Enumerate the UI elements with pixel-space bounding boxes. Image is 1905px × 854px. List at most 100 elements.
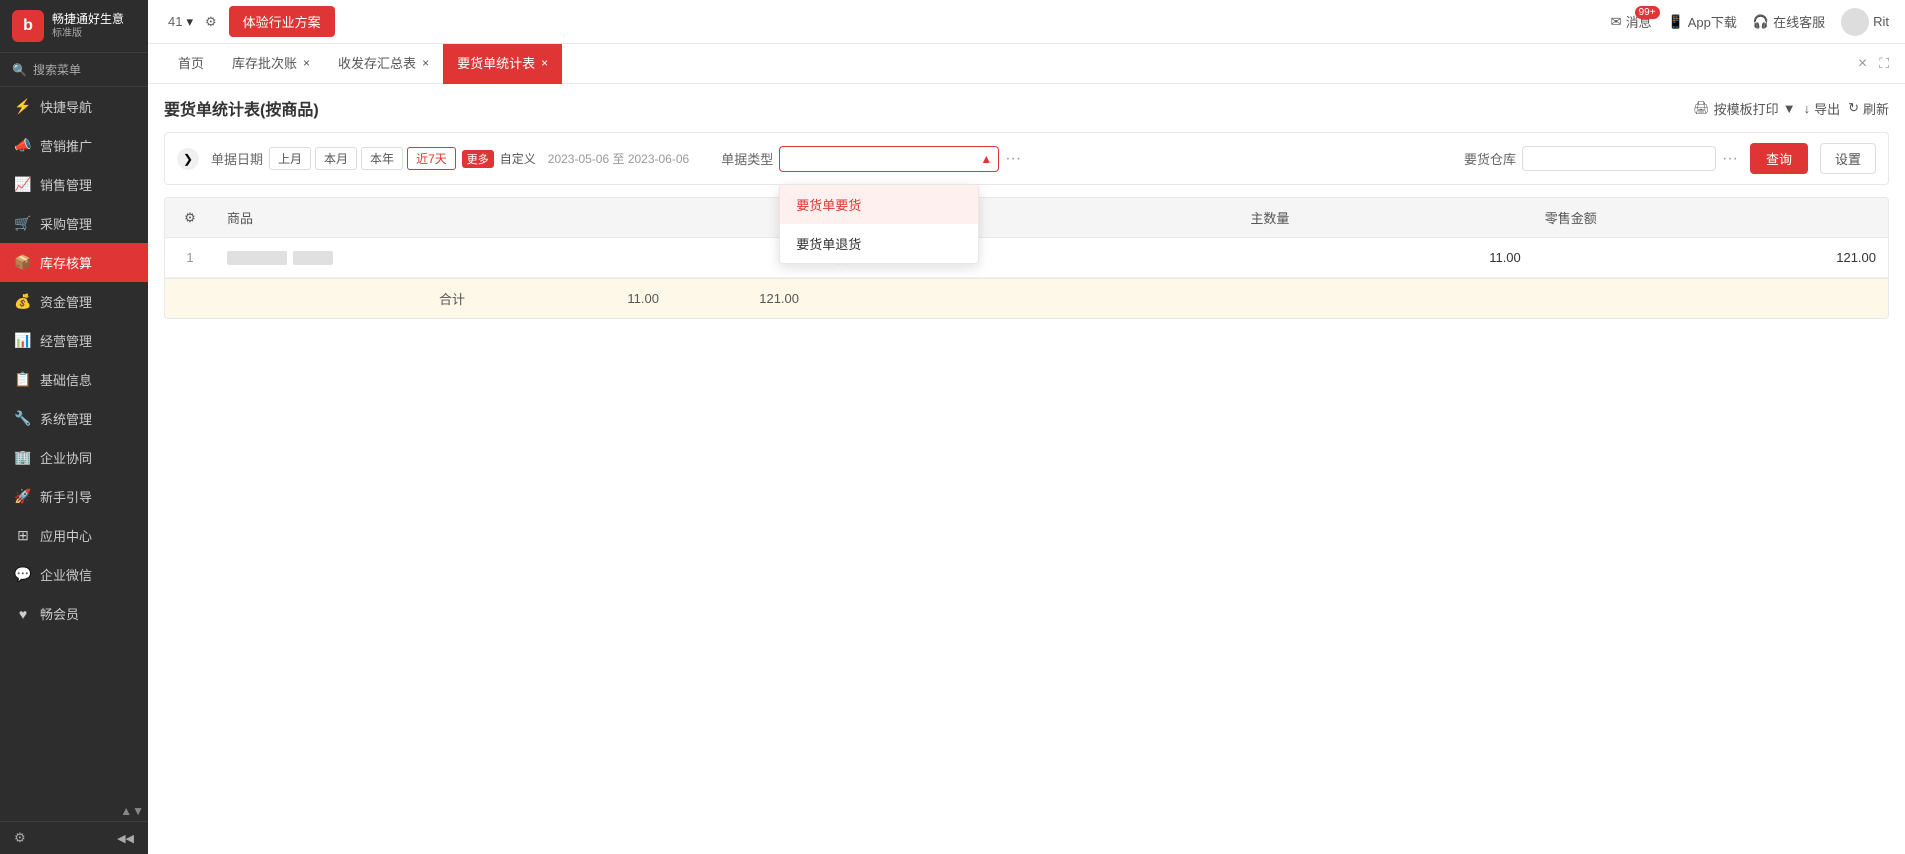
topbar-settings-icon[interactable]: ⚙ <box>205 14 217 30</box>
settings-icon[interactable]: ⚙ <box>14 830 26 846</box>
tab-order-stats[interactable]: 要货单统计表 × <box>443 44 562 84</box>
tab-label-order-stats: 要货单统计表 <box>457 53 535 72</box>
tab-close-order-stats[interactable]: × <box>541 56 548 70</box>
marketing-icon: 📣 <box>14 137 32 154</box>
col-settings[interactable]: ⚙ <box>165 198 215 238</box>
page-title: 要货单统计表(按商品) <box>164 96 319 120</box>
warehouse-ellipsis[interactable]: ··· <box>1722 151 1738 167</box>
phone-icon: 📱 <box>1668 14 1684 30</box>
sidebar-item-label-enterprise: 企业协同 <box>40 448 92 467</box>
order-type-label: 单据类型 <box>721 149 773 168</box>
sales-icon: 📈 <box>14 176 32 193</box>
user-avatar <box>1841 8 1869 36</box>
sidebar-item-basic-info[interactable]: 📋 基础信息 <box>0 360 148 399</box>
order-type-ellipsis[interactable]: ··· <box>1005 151 1021 167</box>
sidebar-scroll-up[interactable]: ▲ <box>120 805 132 817</box>
warehouse-label: 要货仓库 <box>1464 149 1516 168</box>
sidebar-item-label-system: 系统管理 <box>40 409 92 428</box>
guide-icon: 🚀 <box>14 488 32 505</box>
sidebar-scroll-down[interactable]: ▼ <box>132 805 144 817</box>
collapse-icon[interactable]: ◀◀ <box>117 832 134 845</box>
data-table: ⚙ 商品 主计量单位 主数量 零售金额 1 块 11.00 <box>165 198 1888 278</box>
tab-label-home: 首页 <box>178 53 204 72</box>
tab-inventory-batch[interactable]: 库存批次账× <box>218 44 324 84</box>
sidebar-item-system[interactable]: 🔧 系统管理 <box>0 399 148 438</box>
quick-nav-icon: ⚡ <box>14 98 32 115</box>
order-type-dropdown: 要货单要货要货单退货 <box>779 184 979 264</box>
sidebar-bottom: ⚙ ◀◀ <box>0 821 148 854</box>
trial-btn[interactable]: 体验行业方案 <box>229 6 335 37</box>
filter-settings-btn[interactable]: 设置 <box>1820 143 1876 174</box>
sidebar-item-inventory[interactable]: 📦 库存核算 <box>0 243 148 282</box>
date-btn-prev[interactable]: 上月 <box>269 147 311 170</box>
sidebar-item-finance[interactable]: 💰 资金管理 <box>0 282 148 321</box>
tab-close-inventory-batch[interactable]: × <box>303 56 310 70</box>
service-btn[interactable]: 🎧 在线客服 <box>1753 12 1825 31</box>
cell-amount: 121.00 <box>1533 238 1888 278</box>
warehouse-input[interactable] <box>1522 146 1716 171</box>
sidebar-item-operations[interactable]: 📊 经营管理 <box>0 321 148 360</box>
table-header: ⚙ 商品 主计量单位 主数量 零售金额 <box>165 198 1888 238</box>
inventory-icon: 📦 <box>14 254 32 271</box>
cell-qty: 11.00 <box>1238 238 1532 278</box>
export-btn[interactable]: ↓ 导出 <box>1804 99 1841 118</box>
tab-minimize-icon[interactable]: × <box>1858 55 1867 73</box>
print-icon: 🖨 <box>1693 100 1710 116</box>
sidebar-search[interactable]: 🔍 搜索菜单 <box>0 53 148 87</box>
date-btn-year[interactable]: 本年 <box>361 147 403 170</box>
filter-toggle-btn[interactable]: ❯ <box>177 148 199 170</box>
tab-receive-summary[interactable]: 收发存汇总表× <box>324 44 443 84</box>
custom-date-btn[interactable]: 自定义 <box>500 150 536 167</box>
messages-badge: 99+ <box>1635 6 1660 19</box>
date-btn-week[interactable]: 近7天 <box>407 147 456 170</box>
refresh-btn[interactable]: ↻ 刷新 <box>1848 99 1889 118</box>
sidebar-item-marketing[interactable]: 📣 营销推广 <box>0 126 148 165</box>
messages-btn[interactable]: ✉ 消息 99+ <box>1611 12 1652 31</box>
print-btn[interactable]: 🖨 按模板打印 ▼ <box>1693 99 1795 118</box>
table-footer: 合计 11.00 121.00 <box>165 278 1888 318</box>
sidebar-item-weixin[interactable]: 💬 企业微信 <box>0 555 148 594</box>
search-icon: 🔍 <box>12 63 27 77</box>
app-logo: b <box>12 10 44 42</box>
table-settings-icon[interactable]: ⚙ <box>184 210 196 225</box>
sidebar-item-enterprise[interactable]: 🏢 企业协同 <box>0 438 148 477</box>
refresh-label: 刷新 <box>1863 99 1889 118</box>
order-type-select-wrapper[interactable]: ▲ <box>779 146 999 172</box>
footer-amount: 121.00 <box>679 291 799 306</box>
message-icon: ✉ <box>1611 14 1622 30</box>
cell-index: 1 <box>165 238 215 278</box>
sidebar-item-purchase[interactable]: 🛒 采购管理 <box>0 204 148 243</box>
query-btn[interactable]: 查询 <box>1750 143 1808 174</box>
print-label: 按模板打印 <box>1714 99 1779 118</box>
sidebar-item-member[interactable]: ♥ 畅会员 <box>0 594 148 633</box>
sidebar-item-quick-nav[interactable]: ⚡ 快捷导航 <box>0 87 148 126</box>
sidebar-item-label-finance: 资金管理 <box>40 292 92 311</box>
order-type-arrow: ▲ <box>980 152 992 166</box>
page: 要货单统计表(按商品) 🖨 按模板打印 ▼ ↓ 导出 ↻ 刷新 <box>148 84 1905 854</box>
sidebar-item-guide[interactable]: 🚀 新手引导 <box>0 477 148 516</box>
footer-unit-spacer: 合计 <box>439 289 539 308</box>
col-qty: 主数量 <box>1238 198 1532 238</box>
user-avatar-btn[interactable]: Rit <box>1841 8 1889 36</box>
more-dates-badge[interactable]: 更多 <box>462 150 494 168</box>
product-placeholder-2 <box>293 251 333 265</box>
date-btn-curr[interactable]: 本月 <box>315 147 357 170</box>
date-filter-group: 单据日期 上月本月本年近7天 更多 自定义 <box>211 147 536 170</box>
dropdown-item-require-return[interactable]: 要货单退货 <box>780 224 978 263</box>
service-label: 在线客服 <box>1773 12 1825 31</box>
store-selector[interactable]: 41 ▾ <box>164 14 193 30</box>
dropdown-item-require-goods[interactable]: 要货单要货 <box>780 185 978 224</box>
sidebar-item-sales[interactable]: 📈 销售管理 <box>0 165 148 204</box>
footer-total-label: 合计 <box>439 292 465 307</box>
sidebar-item-app-center[interactable]: ⊞ 应用中心 <box>0 516 148 555</box>
sidebar-item-label-guide: 新手引导 <box>40 487 92 506</box>
app-download-btn[interactable]: 📱 App下载 <box>1668 12 1737 31</box>
operations-icon: 📊 <box>14 332 32 349</box>
brand-name: 畅捷通好生意 <box>52 12 124 28</box>
tab-home[interactable]: 首页 <box>164 44 218 84</box>
sidebar: b 畅捷通好生意 标准版 🔍 搜索菜单 ⚡ 快捷导航 📣 营销推广 📈 销售管理… <box>0 0 148 854</box>
warehouse-filter-group: 要货仓库 ··· <box>1464 146 1738 171</box>
sidebar-item-label-marketing: 营销推广 <box>40 136 92 155</box>
tab-fullscreen-icon[interactable]: ⛶ <box>1879 55 1889 72</box>
tab-close-receive-summary[interactable]: × <box>422 56 429 70</box>
